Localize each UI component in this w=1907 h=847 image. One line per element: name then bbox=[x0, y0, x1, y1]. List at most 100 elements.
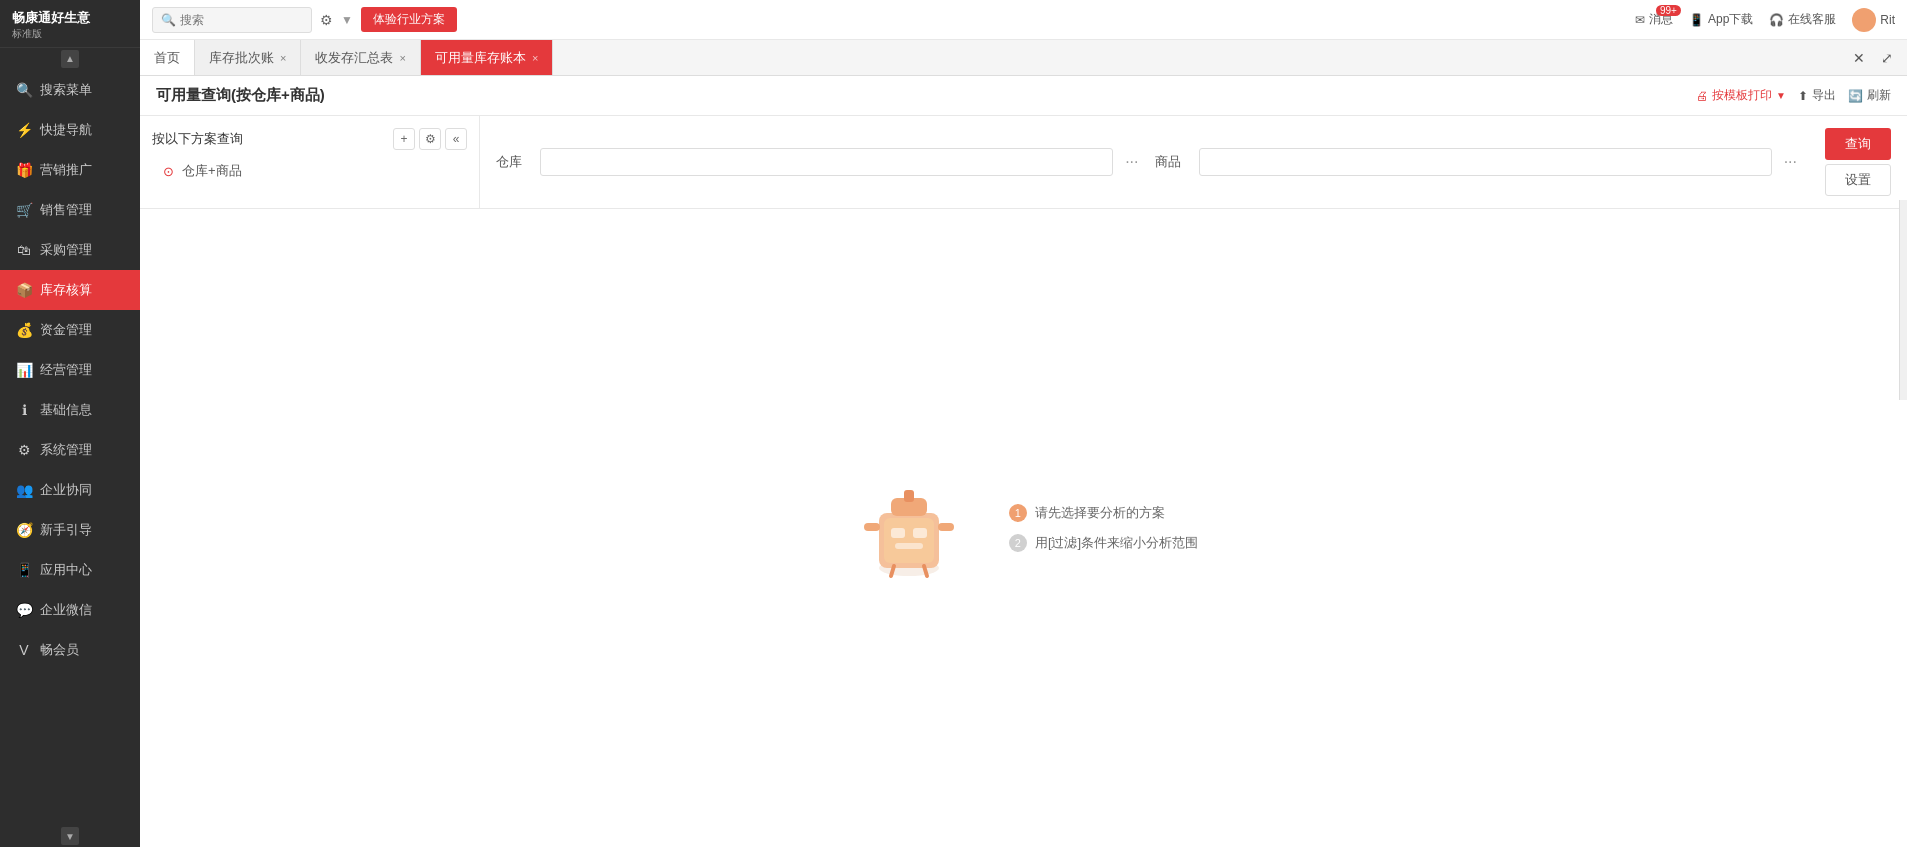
sidebar-item-sales[interactable]: 🛒 销售管理 bbox=[0, 190, 140, 230]
bag-icon: 🛍 bbox=[16, 242, 32, 258]
tab-available-book[interactable]: 可用量库存账本 × bbox=[421, 40, 553, 75]
sidebar-item-apps[interactable]: 📱 应用中心 bbox=[0, 550, 140, 590]
goods-more-icon[interactable]: ··· bbox=[1784, 153, 1797, 171]
user-name: Rit bbox=[1880, 13, 1895, 27]
wechat-icon: 💬 bbox=[16, 602, 32, 618]
search-icon: 🔍 bbox=[161, 13, 176, 27]
goods-input[interactable] bbox=[1199, 148, 1772, 176]
sidebar-item-label: 快捷导航 bbox=[40, 121, 92, 139]
tabbar: 首页 库存批次账 × 收发存汇总表 × 可用量库存账本 × ✕ ⤢ bbox=[140, 40, 1907, 76]
chevron-down-icon[interactable]: ▼ bbox=[1776, 90, 1786, 101]
filter-scheme-label: 按以下方案查询 bbox=[152, 130, 243, 148]
sidebar-item-guide[interactable]: 🧭 新手引导 bbox=[0, 510, 140, 550]
topbar-search-box[interactable]: 🔍 bbox=[152, 7, 312, 33]
empty-illustration bbox=[849, 468, 969, 588]
filter-scheme-header: 按以下方案查询 + ⚙ « bbox=[152, 128, 467, 150]
message-badge: 99+ bbox=[1656, 5, 1681, 16]
trial-button[interactable]: 体验行业方案 bbox=[361, 7, 457, 32]
scheme-icon: ⊙ bbox=[160, 163, 176, 179]
tab-label: 收发存汇总表 bbox=[315, 49, 393, 67]
print-button[interactable]: 🖨 按模板打印 ▼ bbox=[1696, 87, 1786, 104]
lightning-icon: ⚡ bbox=[16, 122, 32, 138]
sidebar-item-vip[interactable]: V 畅会员 bbox=[0, 630, 140, 670]
warehouse-input[interactable] bbox=[540, 148, 1113, 176]
tab-close-window-button[interactable]: ✕ bbox=[1847, 46, 1871, 70]
tab-label: 可用量库存账本 bbox=[435, 49, 526, 67]
sidebar-scroll-up[interactable]: ▲ bbox=[61, 50, 79, 68]
filter-scheme-item-label: 仓库+商品 bbox=[182, 162, 242, 180]
sidebar-item-management[interactable]: 📊 经营管理 bbox=[0, 350, 140, 390]
guide-icon: 🧭 bbox=[16, 522, 32, 538]
app-download-button[interactable]: 📱 App下载 bbox=[1689, 11, 1753, 28]
phone-icon: 📱 bbox=[1689, 13, 1704, 27]
dropdown-icon[interactable]: ▼ bbox=[341, 13, 353, 27]
svg-rect-9 bbox=[938, 523, 954, 531]
search-input[interactable] bbox=[180, 13, 303, 27]
filter-icon-group: + ⚙ « bbox=[393, 128, 467, 150]
main: 🔍 ⚙ ▼ 体验行业方案 ✉ 消息 99+ 📱 App下载 🎧 在线客服 bbox=[140, 0, 1907, 847]
filter-scheme-panel: 按以下方案查询 + ⚙ « ⊙ 仓库+商品 bbox=[140, 116, 480, 208]
service-button[interactable]: 🎧 在线客服 bbox=[1769, 11, 1836, 28]
sidebar-item-collab[interactable]: 👥 企业协同 bbox=[0, 470, 140, 510]
sidebar-item-label: 畅会员 bbox=[40, 641, 79, 659]
collapse-button[interactable]: « bbox=[445, 128, 467, 150]
settings-scheme-button[interactable]: ⚙ bbox=[419, 128, 441, 150]
sidebar-item-wechat[interactable]: 💬 企业微信 bbox=[0, 590, 140, 630]
refresh-button[interactable]: 🔄 刷新 bbox=[1848, 87, 1891, 104]
headset-icon: 🎧 bbox=[1769, 13, 1784, 27]
tab-label: 库存批次账 bbox=[209, 49, 274, 67]
sidebar-item-finance[interactable]: 💰 资金管理 bbox=[0, 310, 140, 350]
empty-hint-1: 1 请先选择要分析的方案 bbox=[1009, 504, 1198, 522]
svg-rect-5 bbox=[895, 543, 923, 549]
export-button[interactable]: ⬆ 导出 bbox=[1798, 87, 1836, 104]
svg-rect-2 bbox=[884, 518, 934, 563]
tab-home[interactable]: 首页 bbox=[140, 40, 195, 75]
avatar bbox=[1852, 8, 1876, 32]
query-button[interactable]: 查询 bbox=[1825, 128, 1891, 160]
goods-field: 商品 ··· bbox=[1155, 148, 1798, 176]
tab-close-icon[interactable]: × bbox=[280, 52, 286, 64]
sidebar-item-label: 基础信息 bbox=[40, 401, 92, 419]
vip-icon: V bbox=[16, 642, 32, 658]
sidebar-item-search[interactable]: 🔍 搜索菜单 bbox=[0, 70, 140, 110]
tab-close-icon[interactable]: × bbox=[399, 52, 405, 64]
sidebar-header: 畅康通好生意 标准版 bbox=[0, 0, 140, 48]
tab-summary[interactable]: 收发存汇总表 × bbox=[301, 40, 420, 75]
sidebar-item-purchase[interactable]: 🛍 采购管理 bbox=[0, 230, 140, 270]
add-scheme-button[interactable]: + bbox=[393, 128, 415, 150]
sidebar-item-basic[interactable]: ℹ 基础信息 bbox=[0, 390, 140, 430]
goods-label: 商品 bbox=[1155, 153, 1191, 171]
settings-button[interactable]: 设置 bbox=[1825, 164, 1891, 196]
sidebar: 畅康通好生意 标准版 ▲ 🔍 搜索菜单 ⚡ 快捷导航 🎁 营销推广 🛒 销售管理… bbox=[0, 0, 140, 847]
sidebar-item-inventory[interactable]: 📦 库存核算 bbox=[0, 270, 140, 310]
content-area: 可用量查询(按仓库+商品) 🖨 按模板打印 ▼ ⬆ 导出 🔄 刷新 bbox=[140, 76, 1907, 847]
settings-icon[interactable]: ⚙ bbox=[320, 12, 333, 28]
sidebar-item-label: 企业协同 bbox=[40, 481, 92, 499]
sidebar-item-marketing[interactable]: 🎁 营销推广 bbox=[0, 150, 140, 190]
tab-close-icon[interactable]: × bbox=[532, 52, 538, 64]
money-icon: 💰 bbox=[16, 322, 32, 338]
svg-rect-8 bbox=[864, 523, 880, 531]
sidebar-scroll-down[interactable]: ▼ bbox=[61, 827, 79, 845]
tab-batch-account[interactable]: 库存批次账 × bbox=[195, 40, 301, 75]
filter-scheme-item[interactable]: ⊙ 仓库+商品 bbox=[152, 158, 467, 184]
sidebar-item-nav[interactable]: ⚡ 快捷导航 bbox=[0, 110, 140, 150]
filter-scheme-title: 按以下方案查询 bbox=[152, 130, 243, 148]
topbar-right: ✉ 消息 99+ 📱 App下载 🎧 在线客服 Rit bbox=[1635, 8, 1895, 32]
sidebar-item-label: 采购管理 bbox=[40, 241, 92, 259]
warehouse-more-icon[interactable]: ··· bbox=[1125, 153, 1138, 171]
box-icon: 📦 bbox=[16, 282, 32, 298]
sidebar-item-label: 销售管理 bbox=[40, 201, 92, 219]
right-scrollbar[interactable] bbox=[1899, 200, 1907, 400]
user-menu[interactable]: Rit bbox=[1852, 8, 1895, 32]
topbar: 🔍 ⚙ ▼ 体验行业方案 ✉ 消息 99+ 📱 App下载 🎧 在线客服 bbox=[140, 0, 1907, 40]
warehouse-field: 仓库 ··· bbox=[496, 148, 1139, 176]
hint-text-1: 请先选择要分析的方案 bbox=[1035, 504, 1165, 522]
brand-name: 畅康通好生意 bbox=[12, 10, 128, 27]
svg-rect-3 bbox=[891, 528, 905, 538]
message-button[interactable]: ✉ 消息 99+ bbox=[1635, 11, 1673, 28]
tab-maximize-button[interactable]: ⤢ bbox=[1875, 46, 1899, 70]
refresh-label: 刷新 bbox=[1867, 87, 1891, 104]
sidebar-item-system[interactable]: ⚙ 系统管理 bbox=[0, 430, 140, 470]
hint-number-1: 1 bbox=[1009, 504, 1027, 522]
